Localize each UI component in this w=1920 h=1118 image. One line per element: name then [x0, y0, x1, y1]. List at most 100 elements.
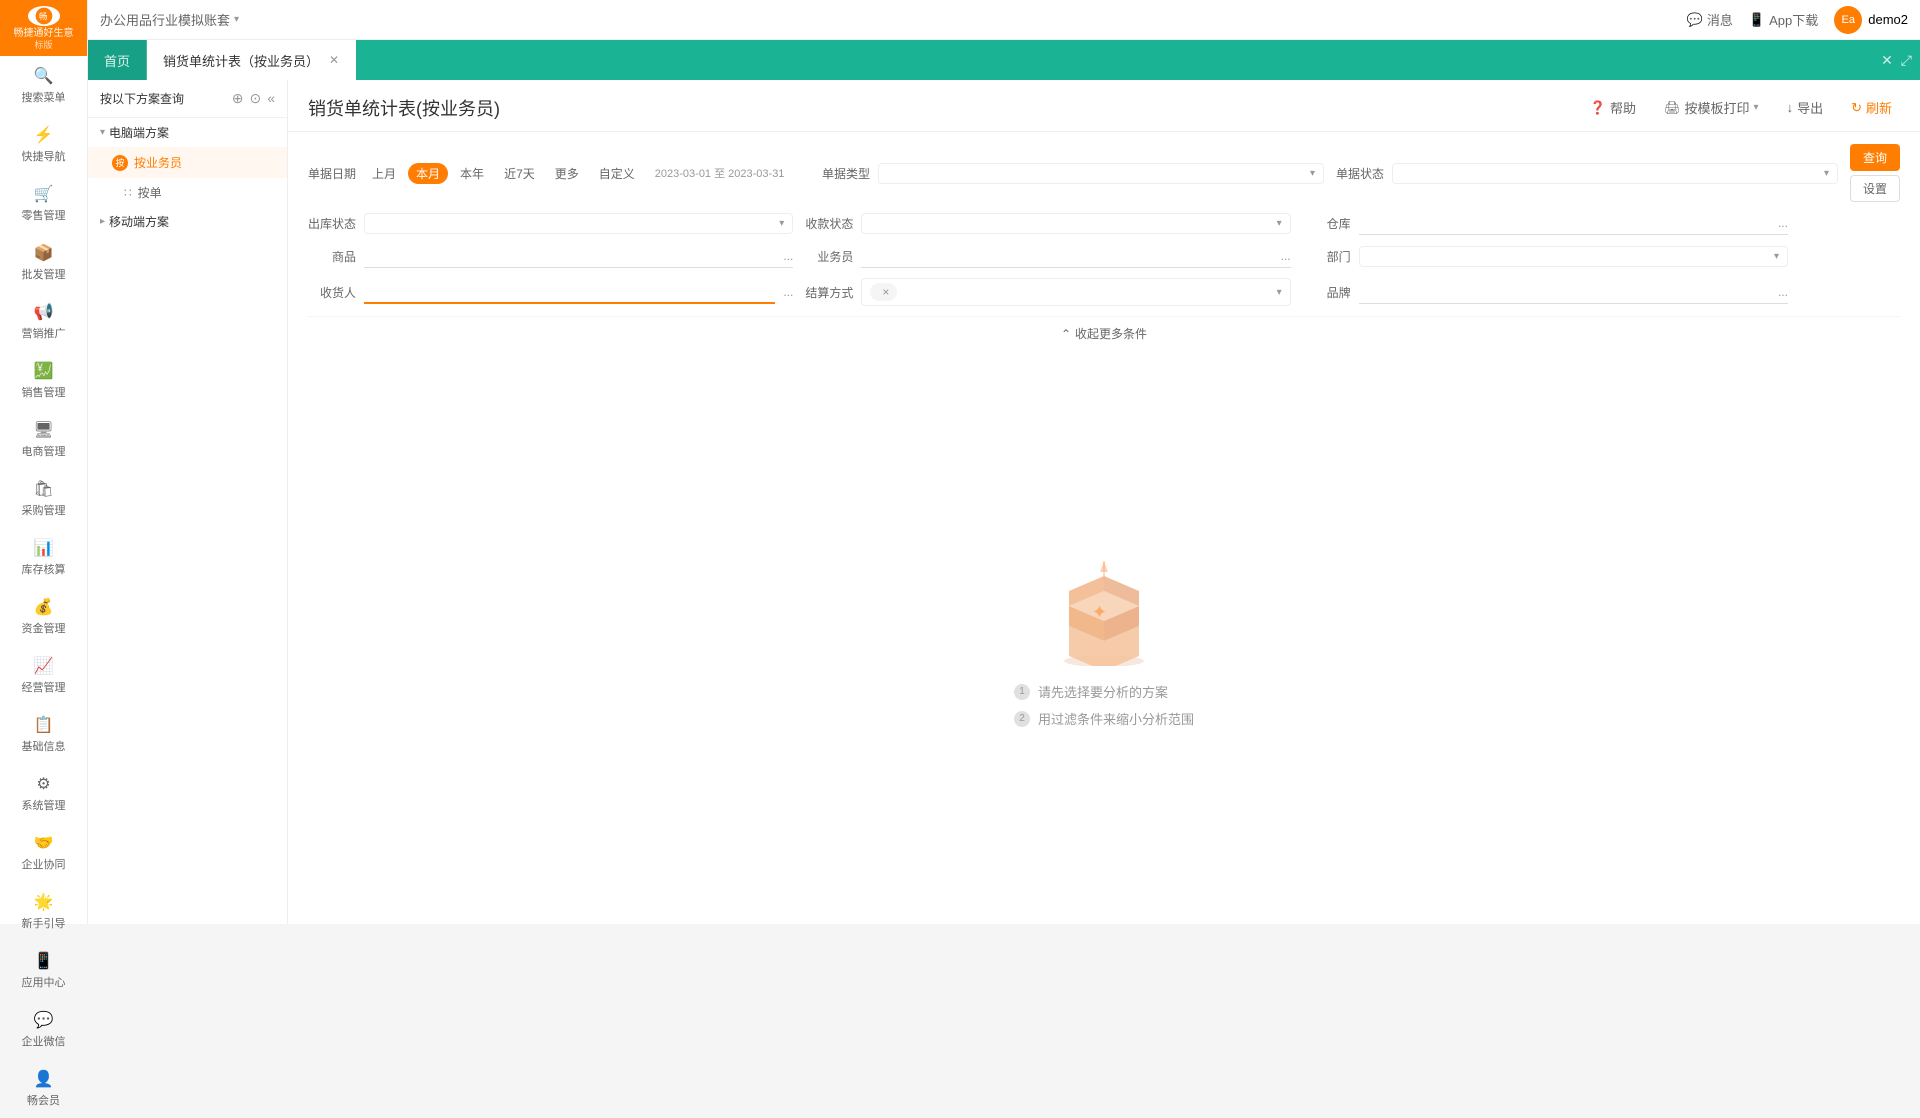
doc-status-caret: ▾	[1824, 168, 1829, 179]
sidebar-item-enterprise[interactable]: 🤝 企业协同	[18, 823, 70, 882]
apps-label: 应用中心	[22, 974, 66, 990]
sidebar-item-ecommerce[interactable]: 🖥 电商管理	[18, 410, 70, 469]
sidebar-item-operations[interactable]: 📈 经营管理	[18, 646, 70, 705]
delivery-status-select[interactable]: ▾	[364, 213, 793, 234]
sidebar-item-search-menu[interactable]: 🔍 搜索菜单	[18, 56, 70, 115]
app-download-label: App下载	[1769, 10, 1818, 29]
warehouse-label: 仓库	[1303, 215, 1351, 232]
sidebar-item-purchase[interactable]: 🛍 采购管理	[18, 469, 70, 528]
sidebar-item-marketing[interactable]: 📢 营销推广	[18, 292, 70, 351]
print-dropdown-icon[interactable]: ▾	[1754, 102, 1759, 113]
refresh-button[interactable]: ↻ 刷新	[1843, 94, 1900, 121]
print-label: 按模板打印	[1685, 98, 1750, 117]
settings-scheme-button[interactable]: ⊙	[249, 90, 261, 107]
system-icon: ⚙	[36, 774, 50, 794]
tab-maximize-btn[interactable]: ⤢	[1901, 52, 1912, 69]
doc-type-caret: ▾	[1310, 168, 1315, 179]
doc-type-label: 单据类型	[822, 165, 870, 182]
tab-close-window-btn[interactable]: ✕	[1881, 52, 1893, 69]
payment-status-select[interactable]: ▾	[861, 213, 1290, 234]
empty-tips: 1 请先选择要分析的方案 2 用过滤条件来缩小分析范围	[1014, 682, 1194, 728]
main-content: 办公用品行业模拟账套 ▾ 💬 消息 📱 App下载 Ea demo2 首页	[88, 0, 1920, 924]
enterprise-icon: 🤝	[34, 833, 54, 853]
sidebar-item-quick-nav[interactable]: ⚡ 快捷导航	[18, 115, 70, 174]
export-button[interactable]: ↓ 导出	[1779, 94, 1832, 121]
help-icon: ❓	[1590, 100, 1606, 116]
sidebar-item-inventory[interactable]: 📊 库存核算	[18, 528, 70, 587]
warehouse-input-area[interactable]: ...	[1359, 212, 1788, 235]
collapse-button[interactable]: ⌃ 收起更多条件	[1061, 325, 1147, 342]
scheme-group-pc: ▾ 电脑端方案 按 按业务员 ∷ 按单	[88, 118, 287, 207]
svg-text:畅: 畅	[39, 11, 47, 21]
doc-status-label: 单据状态	[1336, 165, 1384, 182]
query-button[interactable]: 查询	[1850, 144, 1900, 171]
product-more: ...	[783, 249, 793, 263]
scheme-group-mobile-title[interactable]: ▸ 移动端方案	[88, 207, 287, 236]
wholesale-icon: 📦	[34, 243, 54, 263]
doc-status-select[interactable]: ▾	[1392, 163, 1838, 184]
ecommerce-icon: 🖥	[33, 420, 53, 440]
sidebar-item-sales[interactable]: 💹 销售管理	[18, 351, 70, 410]
warehouse-more: ...	[1778, 216, 1788, 230]
quick-nav-label: 快捷导航	[22, 148, 66, 164]
date-tabs: 上月 本月 本年 近7天 更多 自定义	[364, 163, 643, 184]
tab-close-icon[interactable]: ✕	[329, 53, 339, 67]
filter-row-2: 出库状态 ▾ 收款状态 ▾ 仓库	[308, 212, 1900, 235]
department-select[interactable]: ▾	[1359, 246, 1788, 267]
app-download-button[interactable]: 📱 App下载	[1749, 10, 1818, 29]
user-menu[interactable]: Ea demo2	[1834, 6, 1908, 34]
date-tab-last-month[interactable]: 上月	[364, 163, 404, 184]
sidebar-item-basic-info[interactable]: 📋 基础信息	[18, 705, 70, 764]
brand-group: 品牌 ...	[1303, 281, 1788, 304]
breadcrumb-dropdown-icon[interactable]: ▾	[234, 14, 239, 25]
tab-sales-report[interactable]: 销货单统计表（按业务员） ✕	[147, 40, 356, 80]
collapse-panel-button[interactable]: «	[267, 90, 275, 107]
filter-section: 单据日期 上月 本月 本年 近7天 更多 自定义 2023-03-01 至 20…	[288, 132, 1920, 350]
salesperson-more: ...	[1281, 249, 1291, 263]
date-tab-current-month[interactable]: 本月	[408, 163, 448, 184]
app-download-icon: 📱	[1749, 12, 1765, 28]
delivery-status-group: 出库状态 ▾	[308, 213, 793, 234]
scheme-by-order-icon: ∷	[124, 186, 132, 200]
scheme-item-salesperson[interactable]: 按 按业务员	[88, 147, 287, 178]
date-tab-custom[interactable]: 自定义	[591, 163, 643, 184]
collapse-label: 收起更多条件	[1075, 325, 1147, 342]
payment-method-label: 结算方式	[805, 284, 853, 301]
scheme-group-pc-title[interactable]: ▾ 电脑端方案	[88, 118, 287, 147]
print-button[interactable]: 🖨 按模板打印 ▾	[1656, 94, 1767, 121]
member-label: 畅会员	[27, 1092, 60, 1108]
date-tab-more[interactable]: 更多	[547, 163, 587, 184]
retail-label: 零售管理	[22, 207, 66, 223]
collapse-bar: ⌃ 收起更多条件	[308, 316, 1900, 350]
doc-type-select[interactable]: ▾	[878, 163, 1324, 184]
sidebar-item-wholesale[interactable]: 📦 批发管理	[18, 233, 70, 292]
scheme-item-by-order[interactable]: ∷ 按单	[88, 178, 287, 207]
add-scheme-button[interactable]: ⊕	[232, 90, 244, 107]
refresh-label: 刷新	[1866, 98, 1892, 117]
inventory-icon: 📊	[34, 538, 54, 558]
consignee-input[interactable]	[364, 280, 775, 304]
sidebar-item-member[interactable]: 👤 畅会员	[18, 1059, 70, 1118]
settings-button[interactable]: 设置	[1850, 175, 1900, 202]
product-input-area[interactable]: ...	[364, 245, 793, 268]
payment-method-tag-close[interactable]: ×	[882, 285, 889, 299]
sidebar-item-wechat[interactable]: 💬 企业微信	[18, 1000, 70, 1059]
date-tab-year[interactable]: 本年	[452, 163, 492, 184]
salesperson-input-area[interactable]: ...	[861, 245, 1290, 268]
breadcrumb-text: 办公用品行业模拟账套	[100, 10, 230, 29]
brand-input-area[interactable]: ...	[1359, 281, 1788, 304]
payment-method-select[interactable]: × ▾	[861, 278, 1290, 306]
sidebar-item-retail[interactable]: 🛒 零售管理	[18, 174, 70, 233]
sidebar-item-apps[interactable]: 📱 应用中心	[18, 941, 70, 1000]
tab-sales-report-label: 销货单统计表（按业务员）	[163, 51, 319, 70]
tab-home[interactable]: 首页	[88, 40, 147, 80]
consignee-label: 收货人	[308, 284, 356, 301]
avatar: Ea	[1834, 6, 1862, 34]
date-tab-7days[interactable]: 近7天	[496, 163, 543, 184]
help-button[interactable]: ❓ 帮助	[1582, 94, 1644, 121]
message-button[interactable]: 💬 消息	[1687, 10, 1733, 29]
sidebar-item-newbie[interactable]: 🌟 新手引导	[18, 882, 70, 941]
sidebar-item-system[interactable]: ⚙ 系统管理	[18, 764, 70, 823]
newbie-label: 新手引导	[22, 915, 66, 931]
sidebar-item-finance[interactable]: 💰 资金管理	[18, 587, 70, 646]
